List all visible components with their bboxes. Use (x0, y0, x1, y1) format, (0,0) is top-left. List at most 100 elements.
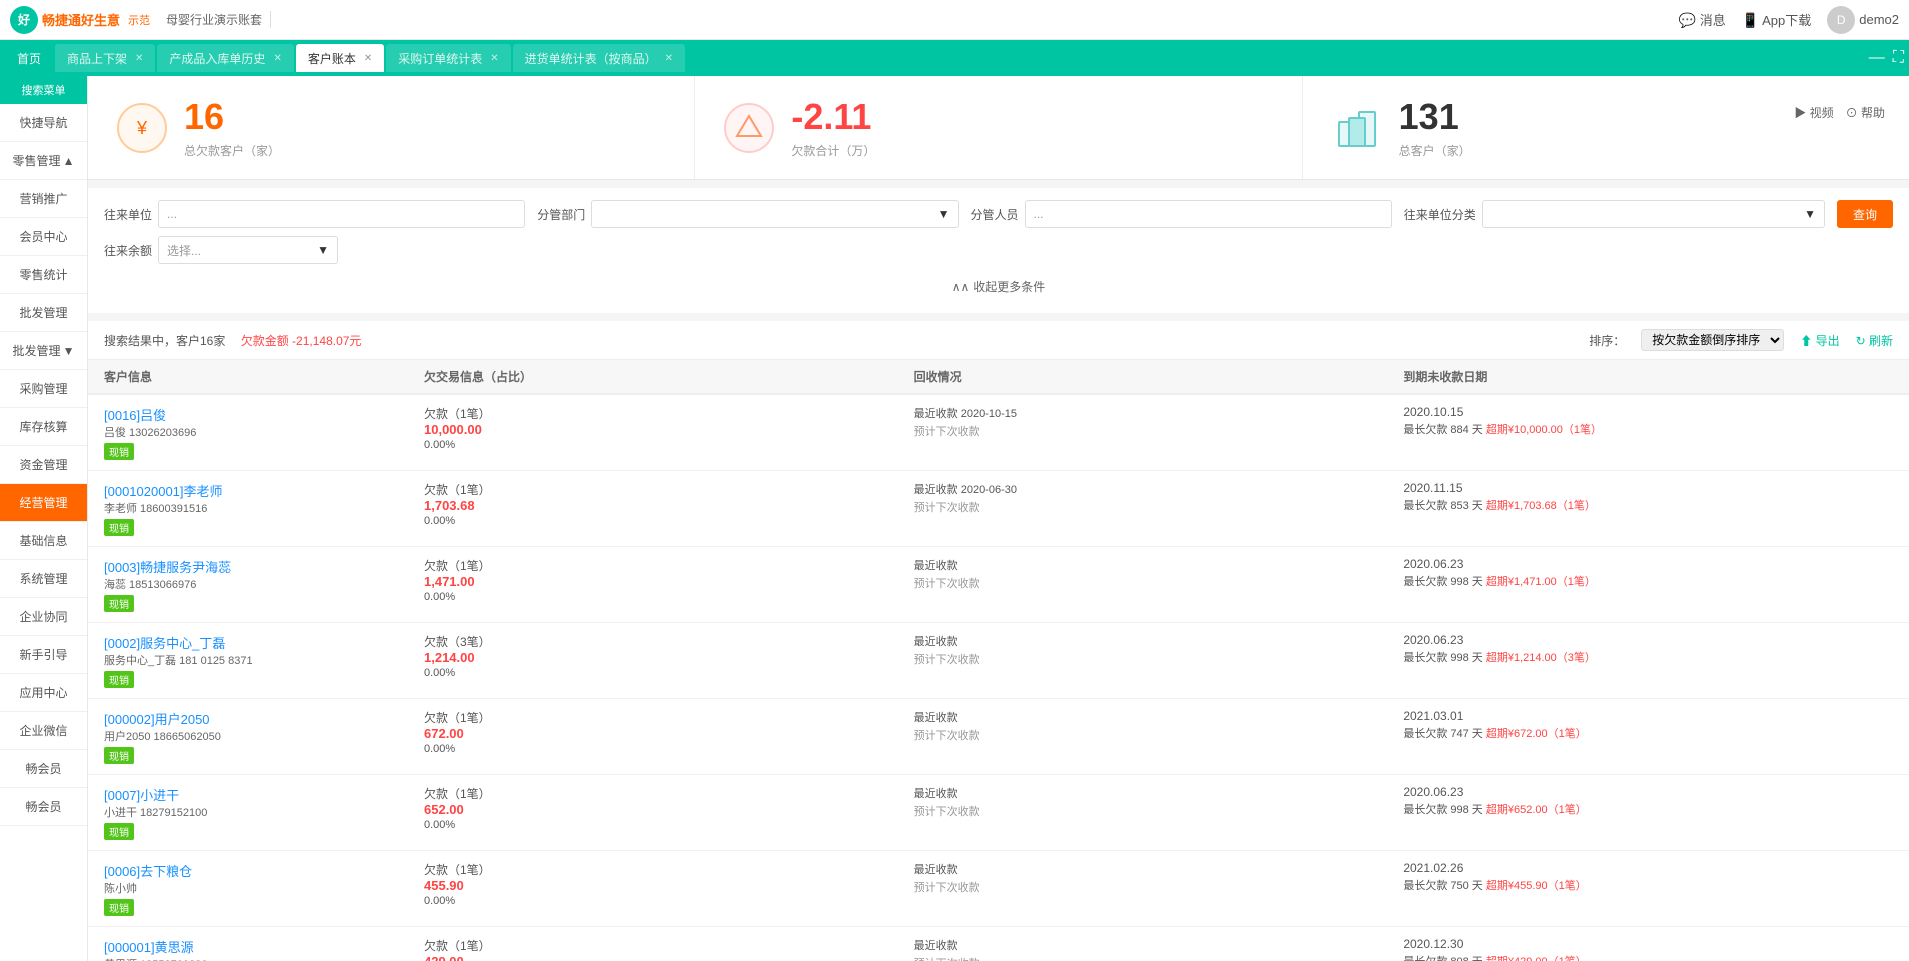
from-unit-input[interactable]: ... (158, 200, 525, 228)
sidebar-item-finance[interactable]: 经营管理 (0, 484, 87, 522)
tab-customer-ledger-close[interactable]: ✕ (364, 53, 372, 64)
tab-customer-ledger[interactable]: 客户账本 ✕ (296, 44, 384, 72)
balance-select[interactable]: 选择... ▼ (158, 236, 338, 264)
tab-inbound-stats[interactable]: 进货单统计表（按商品） ✕ (513, 44, 685, 72)
debt-amount[interactable]: 672.00 (424, 726, 914, 741)
sidebar-search[interactable]: 搜索菜单 (0, 76, 87, 104)
sidebar-item-ecom[interactable]: 采购管理 (0, 370, 87, 408)
customer-name[interactable]: [0002]服务中心_丁磊 (104, 633, 424, 652)
help-btn[interactable]: ⊙ 帮助 (1846, 104, 1885, 121)
debt-amount[interactable]: 10,000.00 (424, 422, 914, 437)
customer-info-cell: [0006]去下粮仓 陈小帅 现销 (104, 861, 424, 916)
debt-amount[interactable]: 652.00 (424, 802, 914, 817)
customer-name[interactable]: [000002]用户2050 (104, 709, 424, 728)
overdue-link[interactable]: 超期¥1,703.68（1笔） (1486, 500, 1596, 512)
filter-staff: 分管人员 ... (971, 200, 1392, 228)
sidebar-item-inventory[interactable]: 资金管理 (0, 446, 87, 484)
sidebar-item-quick-nav[interactable]: 快捷导航 (0, 104, 87, 142)
customer-phone: 海蕊 18513066976 (104, 576, 424, 592)
sidebar-item-member[interactable]: 零售统计 (0, 256, 87, 294)
overdue-link[interactable]: 超期¥429.00（1笔） (1486, 956, 1587, 961)
tab-products-close[interactable]: ✕ (135, 53, 143, 64)
overdue-link[interactable]: 超期¥455.90（1笔） (1486, 880, 1587, 892)
tab-purchase-order-close[interactable]: ✕ (490, 53, 498, 64)
debt-amount[interactable]: 455.90 (424, 878, 914, 893)
customer-tag: 现销 (104, 443, 134, 460)
customer-tag: 现销 (104, 519, 134, 536)
tab-inbound-stats-close[interactable]: ✕ (665, 53, 673, 64)
collapse-btn[interactable]: ∧∧ 收起更多条件 (104, 272, 1893, 301)
sidebar-item-wholesale[interactable]: 批发管理 ▼ (0, 332, 87, 370)
dept-select[interactable]: ▼ (591, 200, 958, 228)
debt-info-cell: 欠款（1笔） 672.00 0.00% (424, 709, 914, 755)
dept-label: 分管部门 (537, 206, 585, 223)
tab-expand-btn[interactable]: ⛶ (1893, 49, 1904, 67)
sidebar-item-wechat[interactable]: 畅会员 (0, 750, 87, 788)
collection-cell: 最近收款 预计下次收款 (914, 557, 1404, 591)
overdue-cell: 2020.12.30 最长欠款 808 天 超期¥429.00（1笔） (1403, 937, 1893, 961)
table-row: [0002]服务中心_丁磊 服务中心_丁磊 181 0125 8371 现销 欠… (88, 623, 1909, 699)
tab-collapse-btn[interactable]: — (1869, 49, 1885, 67)
overdue-link[interactable]: 超期¥1,214.00（3笔） (1486, 652, 1596, 664)
customer-phone: 吕俊 13026203696 (104, 424, 424, 440)
sidebar-item-operation[interactable]: 基础信息 (0, 522, 87, 560)
overdue-date: 2020.12.30 (1403, 937, 1893, 951)
overdue-link[interactable]: 超期¥672.00（1笔） (1486, 728, 1587, 740)
overdue-date: 2021.02.26 (1403, 861, 1893, 875)
sort-select[interactable]: 按欠款金额倒序排序 (1641, 329, 1784, 351)
sidebar-item-member-pro[interactable]: 畅会员 畅会员 (0, 788, 87, 826)
user-avatar[interactable]: D demo2 (1827, 6, 1899, 34)
collection-cell: 最近收款 预计下次收款 (914, 785, 1404, 819)
sidebar-item-retail-stats[interactable]: 批发管理 (0, 294, 87, 332)
staff-input[interactable]: ... (1025, 200, 1392, 228)
customer-name[interactable]: [000001]黄思源 (104, 937, 424, 956)
customer-name[interactable]: [0003]畅捷服务尹海蕊 (104, 557, 424, 576)
debt-amount[interactable]: 1,471.00 (424, 574, 914, 589)
sidebar-item-enterprise[interactable]: 新手引导 (0, 636, 87, 674)
sidebar-item-system[interactable]: 企业协同 (0, 598, 87, 636)
tab-products[interactable]: 商品上下架 ✕ (55, 44, 155, 72)
debt-ratio: 0.00% (424, 439, 914, 451)
sidebar-item-retail-mall[interactable]: 营销推广 (0, 180, 87, 218)
tab-home[interactable]: 首页 (5, 44, 53, 72)
query-button[interactable]: 查询 (1837, 200, 1893, 228)
sidebar-item-guide[interactable]: 应用中心 (0, 674, 87, 712)
sidebar-item-retail-mgmt[interactable]: 零售管理 ▲ (0, 142, 87, 180)
overdue-link[interactable]: 超期¥10,000.00（1笔） (1486, 424, 1602, 436)
sidebar-item-marketing[interactable]: 会员中心 (0, 218, 87, 256)
debt-amount[interactable]: 429.00 (424, 954, 914, 961)
customer-name[interactable]: [0016]吕俊 (104, 405, 424, 424)
logo-icon: 好 (10, 6, 38, 34)
overdue-cell: 2020.06.23 最长欠款 998 天 超期¥1,214.00（3笔） (1403, 633, 1893, 665)
tab-instock-close[interactable]: ✕ (273, 53, 281, 64)
customer-info-cell: [0016]吕俊 吕俊 13026203696 现销 (104, 405, 424, 460)
customer-name[interactable]: [0001020001]李老师 (104, 481, 424, 500)
tab-instock[interactable]: 产成品入库单历史 ✕ (157, 44, 293, 72)
col-overdue: 到期未收款日期 (1403, 368, 1893, 385)
debt-amount[interactable]: 1,214.00 (424, 650, 914, 665)
export-btn[interactable]: ⬆ 导出 (1800, 332, 1839, 349)
customer-name[interactable]: [0007]小进干 (104, 785, 424, 804)
refresh-btn[interactable]: ↻ 刷新 (1856, 332, 1893, 349)
sidebar-item-apps[interactable]: 企业微信 (0, 712, 87, 750)
logo-text: 畅捷通好生意 (42, 10, 120, 29)
sidebar-item-purchase[interactable]: 库存核算 (0, 408, 87, 446)
category-select[interactable]: ▼ (1482, 200, 1825, 228)
overdue-link[interactable]: 超期¥1,471.00（1笔） (1486, 576, 1596, 588)
tab-home-label: 首页 (17, 50, 41, 67)
tab-purchase-order[interactable]: 采购订单统计表 ✕ (386, 44, 510, 72)
table-row: [0006]去下粮仓 陈小帅 现销 欠款（1笔） 455.90 0.00% 最近… (88, 851, 1909, 927)
customer-info-cell: [0002]服务中心_丁磊 服务中心_丁磊 181 0125 8371 现销 (104, 633, 424, 688)
store-name[interactable]: 母婴行业演示账套 (158, 11, 271, 28)
message-btn[interactable]: 💬 消息 (1679, 10, 1726, 29)
app-download-btn[interactable]: 📱 App下载 (1742, 10, 1811, 29)
debt-count: 欠款（1笔） (424, 709, 914, 726)
customer-name[interactable]: [0006]去下粮仓 (104, 861, 424, 880)
overdue-date: 2021.03.01 (1403, 709, 1893, 723)
overdue-days: 最长欠款 750 天 超期¥455.90（1笔） (1403, 877, 1893, 893)
overdue-link[interactable]: 超期¥652.00（1笔） (1486, 804, 1587, 816)
stat-icon-debt: ¥ (112, 98, 172, 158)
sidebar-item-basic[interactable]: 系统管理 (0, 560, 87, 598)
debt-amount[interactable]: 1,703.68 (424, 498, 914, 513)
video-btn[interactable]: ▶ 视频 (1794, 104, 1833, 121)
